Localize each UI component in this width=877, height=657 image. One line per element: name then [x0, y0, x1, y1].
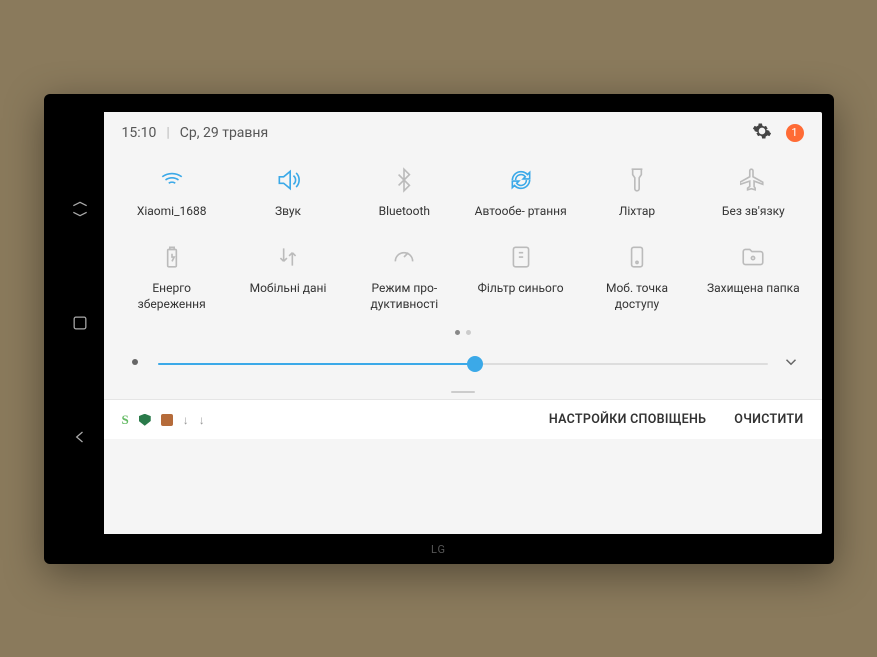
download-icon: ↓ — [199, 413, 205, 427]
quick-settings-panel: 15:10 | Ср, 29 травня 1 Xiaomi_1688 — [104, 112, 822, 534]
settings-icon[interactable] — [752, 121, 772, 145]
shield-icon — [139, 414, 151, 426]
brightness-icon — [126, 353, 144, 375]
autorotate-icon — [508, 162, 534, 198]
drag-handle[interactable] — [104, 389, 822, 399]
android-nav-bar — [56, 112, 104, 534]
clock: 15:10 — [122, 125, 157, 141]
tile-label: Xiaomi_1688 — [137, 204, 207, 220]
tile-label: Фільтр синього — [478, 281, 564, 297]
battery-icon — [159, 239, 185, 275]
bluelight-icon — [508, 239, 534, 275]
tile-label: Ліхтар — [619, 204, 655, 220]
app-icon — [161, 414, 173, 426]
tile-wifi[interactable]: Xiaomi_1688 — [114, 154, 230, 232]
brightness-slider[interactable] — [158, 363, 768, 365]
slider-thumb[interactable] — [467, 356, 483, 372]
monitor-logo: LG — [431, 543, 446, 556]
slider-fill — [158, 363, 475, 365]
tile-bluetooth[interactable]: Bluetooth — [346, 154, 462, 232]
tile-label: Звук — [275, 204, 301, 220]
tile-bluelight[interactable]: Фільтр синього — [463, 231, 579, 324]
page-indicator — [104, 324, 822, 345]
tile-sound[interactable]: Звук — [230, 154, 346, 232]
folder-lock-icon — [740, 239, 766, 275]
brightness-row — [104, 345, 822, 389]
tile-label: Мобільні дані — [250, 281, 327, 297]
quick-tiles-grid: Xiaomi_1688 Звук Bluetooth — [104, 154, 822, 325]
tile-securefolder[interactable]: Захищена папка — [695, 231, 811, 324]
download-icon: ↓ — [183, 413, 189, 427]
bluetooth-icon — [391, 162, 417, 198]
tile-label: Без зв'язку — [722, 204, 785, 220]
tile-label: Bluetooth — [379, 204, 430, 220]
tile-mobiledata[interactable]: Мобільні дані — [230, 231, 346, 324]
tile-powersave[interactable]: Енерго збереження — [114, 231, 230, 324]
flashlight-icon — [624, 162, 650, 198]
monitor-frame: 15:10 | Ср, 29 травня 1 Xiaomi_1688 — [44, 94, 834, 564]
notification-settings-button[interactable]: НАСТРОЙКИ СПОВІЩЕНЬ — [549, 412, 706, 427]
notification-badge[interactable]: 1 — [786, 124, 804, 142]
tile-label: Енерго збереження — [118, 281, 226, 312]
chevron-down-icon[interactable] — [782, 353, 800, 375]
screen: 15:10 | Ср, 29 травня 1 Xiaomi_1688 — [56, 112, 822, 534]
tile-hotspot[interactable]: Моб. точка доступу — [579, 231, 695, 324]
tile-autorotate[interactable]: Автообе- ртання — [463, 154, 579, 232]
divider: | — [166, 125, 169, 141]
airplane-icon — [740, 162, 766, 198]
recents-button[interactable] — [68, 197, 92, 221]
tile-label: Моб. точка доступу — [583, 281, 691, 312]
page-dot[interactable] — [466, 330, 471, 335]
tile-label: Режим про- дуктивності — [350, 281, 458, 312]
page-dot[interactable] — [455, 330, 460, 335]
clear-button[interactable]: ОЧИСТИТИ — [734, 412, 803, 427]
footer-bar: S ↓ ↓ НАСТРОЙКИ СПОВІЩЕНЬ ОЧИСТИТИ — [104, 399, 822, 439]
tile-label: Захищена папка — [707, 281, 800, 297]
tile-performance[interactable]: Режим про- дуктивності — [346, 231, 462, 324]
date: Ср, 29 травня — [180, 125, 268, 141]
gauge-icon — [391, 239, 417, 275]
tile-airplane[interactable]: Без зв'язку — [695, 154, 811, 232]
status-icons: S ↓ ↓ — [122, 412, 205, 428]
status-bar: 15:10 | Ср, 29 травня 1 — [104, 112, 822, 154]
mobiledata-icon — [275, 239, 301, 275]
back-button[interactable] — [68, 425, 92, 449]
wifi-icon — [159, 162, 185, 198]
hotspot-icon — [624, 239, 650, 275]
sound-icon — [275, 162, 301, 198]
tile-flashlight[interactable]: Ліхтар — [579, 154, 695, 232]
home-button[interactable] — [68, 311, 92, 335]
tile-label: Автообе- ртання — [475, 204, 567, 220]
s-icon: S — [122, 412, 129, 428]
